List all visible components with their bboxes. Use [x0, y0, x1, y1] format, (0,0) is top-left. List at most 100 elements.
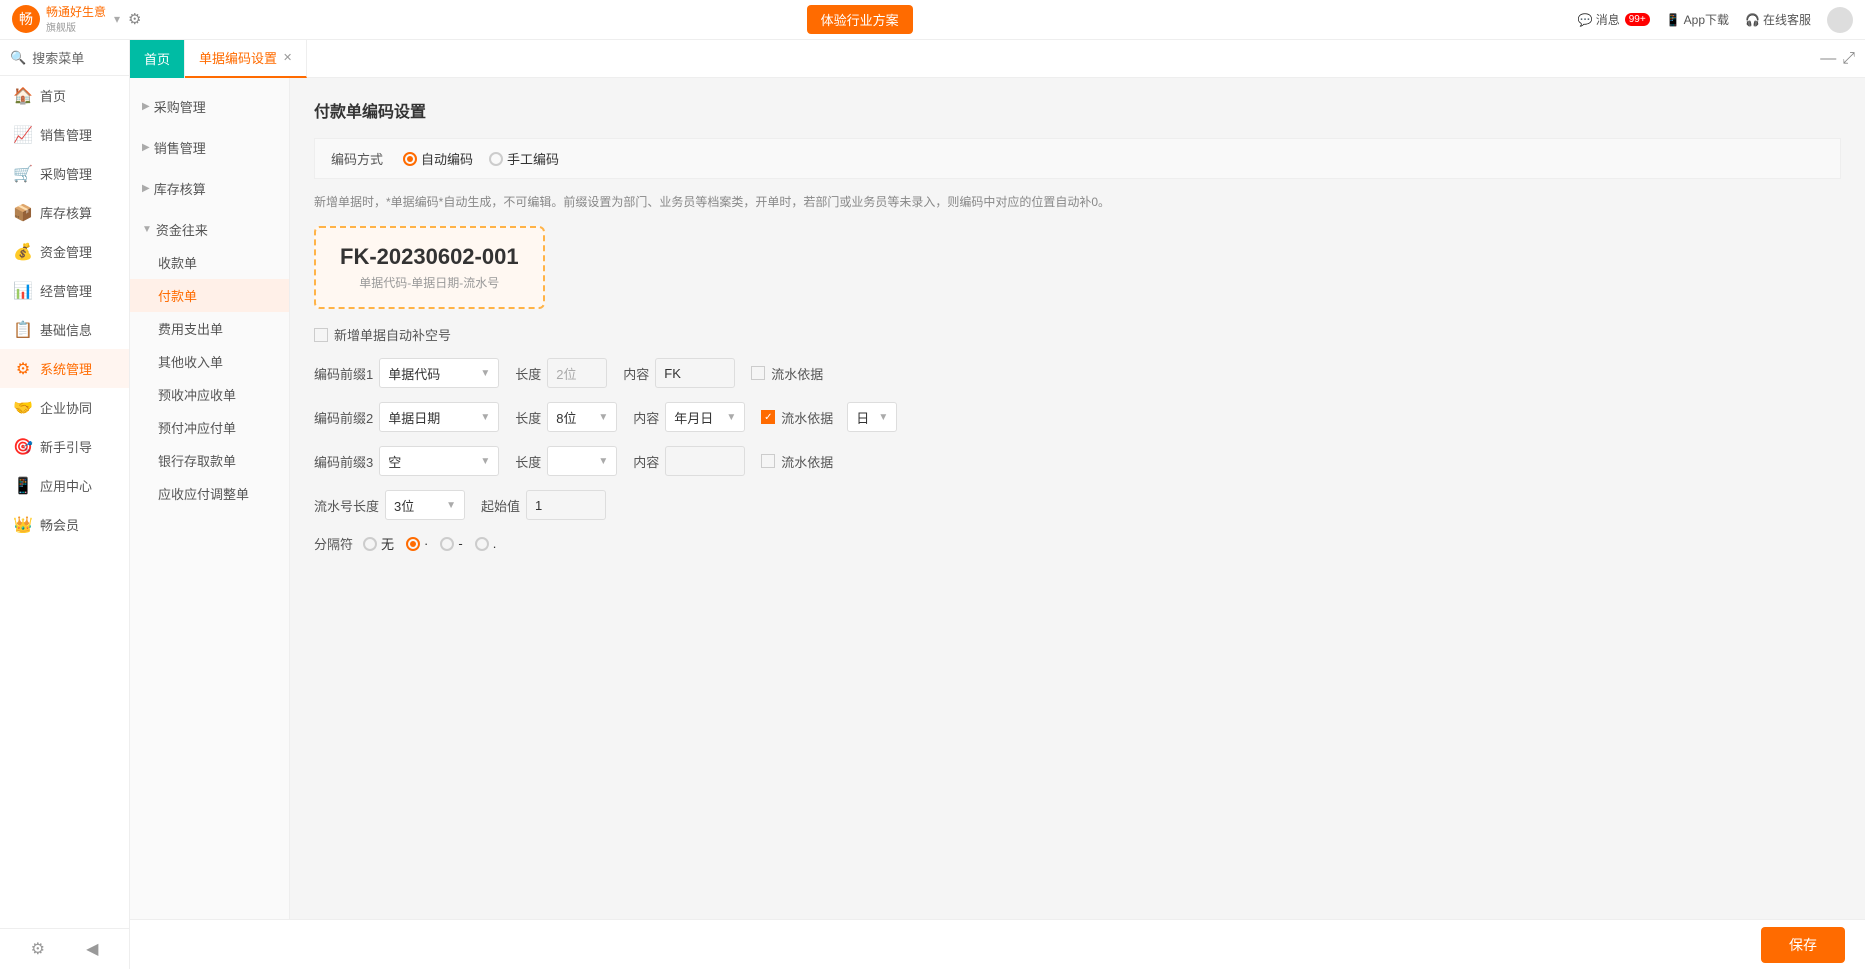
submenu-payment[interactable]: 付款单: [130, 279, 289, 312]
save-button[interactable]: 保存: [1761, 927, 1845, 963]
sep-none-radio[interactable]: 无: [363, 534, 394, 553]
start-value-input[interactable]: 1: [526, 490, 606, 520]
save-bar: 保存: [130, 919, 1865, 969]
home-icon: 🏠: [14, 87, 32, 105]
sidebar-bottom: ⚙ ◀: [0, 928, 129, 969]
prefix3-value: 空: [388, 452, 401, 471]
sidebar-enterprise-label: 企业协同: [40, 398, 92, 417]
prefix2-select[interactable]: 单据日期 ▼: [379, 402, 499, 432]
prefix1-content-label: 内容: [623, 364, 649, 383]
tab-expand-btn[interactable]: ⤢: [1842, 50, 1855, 68]
prefix2-value: 单据日期: [388, 408, 440, 427]
system-icon: ⚙: [14, 360, 32, 378]
sidebar-item-operations[interactable]: 📊 经营管理: [0, 271, 129, 310]
serial-length-select[interactable]: 3位 ▼: [385, 490, 465, 520]
app-download-item[interactable]: 📱 App下载: [1666, 11, 1729, 28]
sep-dash-label: -: [458, 536, 462, 551]
sidebar-item-apps[interactable]: 📱 应用中心: [0, 466, 129, 505]
sidebar-item-base[interactable]: 📋 基础信息: [0, 310, 129, 349]
prefix3-content-label: 内容: [633, 452, 659, 471]
app-icon: 📱: [1666, 13, 1681, 27]
prefix3-length-label: 长度: [515, 452, 541, 471]
prefix3-serial-field: 流水依据: [761, 452, 833, 471]
auto-fill-label: 新增单据自动补空号: [334, 325, 451, 344]
sep-dot-radio[interactable]: ·: [406, 536, 428, 551]
sidebar-item-system[interactable]: ⚙ 系统管理: [0, 349, 129, 388]
submenu-sales[interactable]: ▶ 销售管理: [130, 131, 289, 164]
prefix1-length-label: 长度: [515, 364, 541, 383]
sidebar-purchase-label: 采购管理: [40, 164, 92, 183]
tab-encode-settings[interactable]: 单据编码设置 ✕: [185, 40, 307, 78]
top-bar-right: 💬 消息 99+ 📱 App下载 🎧 在线客服: [1578, 7, 1853, 33]
submenu-expense[interactable]: 费用支出单: [130, 312, 289, 345]
submenu-pre-receipt[interactable]: 预收冲应收单: [130, 378, 289, 411]
sidebar-item-newbie[interactable]: 🎯 新手引导: [0, 427, 129, 466]
tab-bar: 首页 单据编码设置 ✕ — ⤢: [130, 40, 1865, 78]
prefix2-serial-field: ✓ 流水依据 日 ▼: [761, 402, 897, 432]
code-preview-box: FK-20230602-001 单据代码-单据日期-流水号: [314, 226, 545, 309]
prefix2-content-select[interactable]: 年月日 ▼: [665, 402, 745, 432]
manual-encode-radio[interactable]: 手工编码: [489, 149, 559, 168]
operations-icon: 📊: [14, 282, 32, 300]
prefix1-length-input: 2位: [547, 358, 607, 388]
submenu-receipt[interactable]: 收款单: [130, 246, 289, 279]
separator-radio-group: 无 · - .: [363, 534, 496, 553]
tab-bar-actions: — ⤢: [1820, 50, 1865, 68]
message-item[interactable]: 💬 消息 99+: [1578, 11, 1650, 28]
start-value-field: 起始值 1: [481, 490, 606, 520]
manual-encode-label: 手工编码: [507, 149, 559, 168]
sidebar-settings-icon[interactable]: ⚙: [31, 939, 45, 959]
industry-btn[interactable]: 体验行业方案: [807, 5, 913, 34]
prefix1-label: 编码前缀1: [314, 364, 373, 383]
service-item[interactable]: 🎧 在线客服: [1745, 11, 1811, 28]
submenu-other-income[interactable]: 其他收入单: [130, 345, 289, 378]
sidebar-collapse-icon[interactable]: ◀: [86, 939, 98, 959]
tab-home[interactable]: 首页: [130, 40, 185, 78]
sep-dash-radio[interactable]: -: [440, 536, 462, 551]
sidebar-system-label: 系统管理: [40, 359, 92, 378]
settings-icon[interactable]: ⚙: [128, 10, 141, 28]
prefix3-length-field: 长度 ▼: [515, 446, 617, 476]
submenu-purchase[interactable]: ▶ 采购管理: [130, 90, 289, 123]
sidebar-item-inventory[interactable]: 📦 库存核算: [0, 193, 129, 232]
sidebar-item-member[interactable]: 👑 畅会员: [0, 505, 129, 544]
logo-sub: 旗舰版: [46, 19, 106, 34]
avatar[interactable]: [1827, 7, 1853, 33]
prefix1-length-field: 长度 2位: [515, 358, 607, 388]
message-icon: 💬: [1578, 13, 1593, 27]
search-icon: 🔍: [10, 50, 26, 66]
message-badge: 99+: [1625, 13, 1650, 26]
top-bar-mid: 体验行业方案: [807, 5, 913, 34]
submenu-ar-ap-adjust[interactable]: 应收应付调整单: [130, 477, 289, 510]
prefix3-length-select[interactable]: ▼: [547, 446, 617, 476]
submenu-inventory[interactable]: ▶ 库存核算: [130, 172, 289, 205]
tab-close-icon[interactable]: ✕: [283, 51, 292, 64]
sidebar-item-purchase[interactable]: 🛒 采购管理: [0, 154, 129, 193]
sep-none-label: 无: [381, 534, 394, 553]
submenu-sales-group: ▶ 销售管理: [130, 127, 289, 168]
member-icon: 👑: [14, 516, 32, 534]
logo-text-area: 畅通好生意 旗舰版: [46, 5, 106, 34]
prefix1-select[interactable]: 单据代码 ▼: [379, 358, 499, 388]
sidebar-item-enterprise[interactable]: 🤝 企业协同: [0, 388, 129, 427]
prefix2-serial-checkbox[interactable]: ✓: [761, 410, 775, 424]
submenu-finance-group: ▼ 资金往来 收款单 付款单 费用支出单 其他收入单 预收冲应收单 预付冲应付单…: [130, 209, 289, 514]
auto-fill-checkbox[interactable]: [314, 328, 328, 342]
collapse-arrow[interactable]: ▾: [114, 12, 120, 26]
submenu-bank[interactable]: 银行存取款单: [130, 444, 289, 477]
prefix1-serial-checkbox[interactable]: [751, 366, 765, 380]
auto-encode-radio[interactable]: 自动编码: [403, 149, 473, 168]
tab-minimize-btn[interactable]: —: [1820, 50, 1836, 68]
prefix3-serial-checkbox[interactable]: [761, 454, 775, 468]
prefix2-length-select[interactable]: 8位 ▼: [547, 402, 617, 432]
sidebar-search[interactable]: 🔍 搜索菜单: [0, 40, 129, 76]
submenu-pre-payment[interactable]: 预付冲应付单: [130, 411, 289, 444]
sidebar-item-sales[interactable]: 📈 销售管理: [0, 115, 129, 154]
prefix3-select[interactable]: 空 ▼: [379, 446, 499, 476]
sep-period-radio[interactable]: .: [475, 536, 497, 551]
sidebar-item-finance[interactable]: 💰 资金管理: [0, 232, 129, 271]
submenu-finance[interactable]: ▼ 资金往来: [130, 213, 289, 246]
newbie-icon: 🎯: [14, 438, 32, 456]
prefix2-serial-unit-select[interactable]: 日 ▼: [847, 402, 897, 432]
sidebar-item-home[interactable]: 🏠 首页: [0, 76, 129, 115]
